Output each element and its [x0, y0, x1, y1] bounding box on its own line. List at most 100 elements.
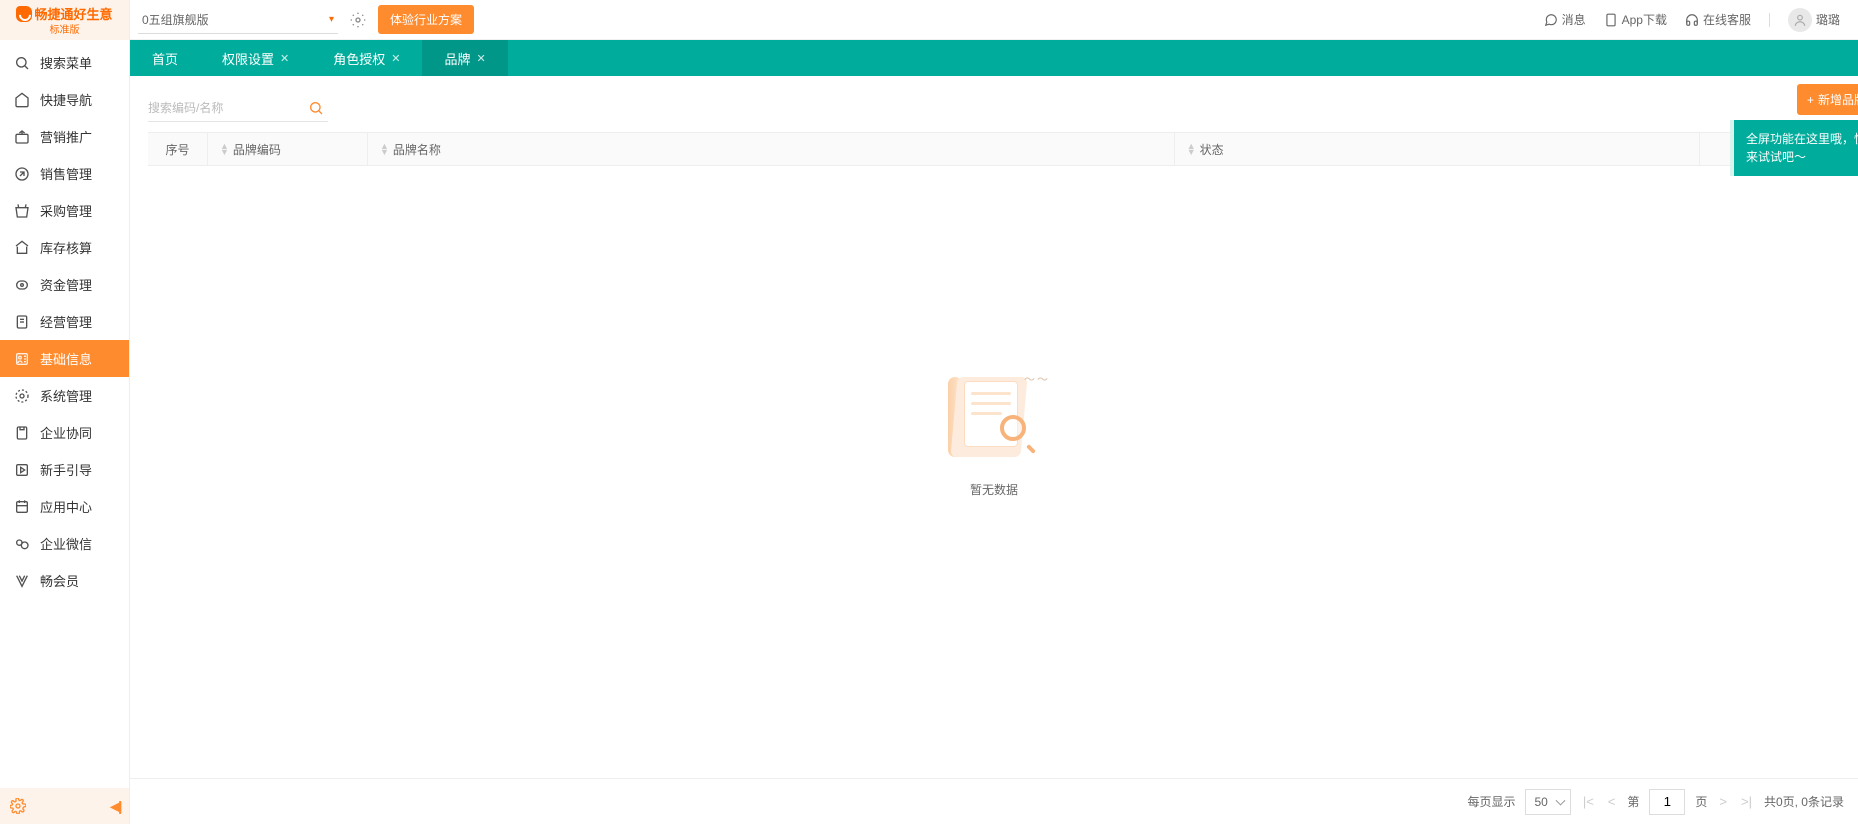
- sidebar-item-10[interactable]: 企业协同: [0, 414, 129, 451]
- main: 0五组旗舰版 ▾ 体验行业方案 消息 App下载 在线客服: [130, 0, 1858, 824]
- page-prefix: 第: [1627, 793, 1639, 810]
- page-summary: 共0页, 0条记录: [1764, 793, 1844, 810]
- headset-icon: [1685, 13, 1699, 27]
- top-settings-icon[interactable]: [348, 10, 368, 30]
- divider: [1769, 13, 1770, 27]
- nav-icon: [14, 388, 30, 404]
- nav-item-label: 资金管理: [40, 275, 92, 294]
- sidebar-item-5[interactable]: 库存核算: [0, 229, 129, 266]
- col-seq-label: 序号: [165, 141, 189, 158]
- col-status-label: 状态: [1200, 141, 1224, 158]
- sidebar-item-11[interactable]: 新手引导: [0, 451, 129, 488]
- topbar: 0五组旗舰版 ▾ 体验行业方案 消息 App下载 在线客服: [130, 0, 1858, 40]
- nav-item-label: 畅会员: [40, 571, 79, 590]
- sidebar-item-1[interactable]: 快捷导航: [0, 81, 129, 118]
- nav-icon: [14, 203, 30, 219]
- message-icon: [1544, 13, 1558, 27]
- nav-item-label: 应用中心: [40, 497, 92, 516]
- nav-icon: [14, 425, 30, 441]
- message-action[interactable]: 消息: [1544, 11, 1586, 28]
- col-code[interactable]: ▲▼ 品牌编码: [208, 133, 368, 165]
- nav-icon: [14, 314, 30, 330]
- empty-text: 暂无数据: [970, 481, 1018, 498]
- sidebar-nav: 搜索菜单快捷导航营销推广销售管理采购管理库存核算资金管理经营管理基础信息系统管理…: [0, 40, 129, 788]
- nav-item-label: 搜索菜单: [40, 53, 92, 72]
- sidebar-item-9[interactable]: 系统管理: [0, 377, 129, 414]
- fullscreen-tip: 全屏功能在这里哦，快来试试吧～: [1730, 120, 1858, 176]
- logo-icon: [16, 6, 32, 22]
- next-page-icon[interactable]: >: [1717, 794, 1729, 809]
- sort-icon: ▲▼: [220, 143, 229, 155]
- page-input[interactable]: [1649, 789, 1685, 815]
- search-input[interactable]: [148, 97, 304, 119]
- collapse-sidebar-icon[interactable]: ◀|: [110, 798, 119, 815]
- search-icon[interactable]: [304, 100, 328, 116]
- col-seq[interactable]: 序号: [148, 133, 208, 165]
- per-page-select[interactable]: 50: [1525, 789, 1570, 815]
- first-page-icon[interactable]: |<: [1581, 794, 1596, 809]
- tab-3[interactable]: 品牌✕: [422, 40, 507, 76]
- per-page-value: 50: [1534, 795, 1547, 809]
- sidebar-item-13[interactable]: 企业微信: [0, 525, 129, 562]
- tab-0[interactable]: 首页: [130, 40, 200, 76]
- col-status[interactable]: ▲▼ 状态: [1175, 133, 1700, 165]
- nav-item-label: 新手引导: [40, 460, 92, 479]
- sort-icon: ▲▼: [1187, 143, 1196, 155]
- tab-label: 权限设置: [222, 49, 274, 68]
- sidebar-item-7[interactable]: 经营管理: [0, 303, 129, 340]
- tabs-bar: 首页权限设置✕角色授权✕品牌✕: [130, 40, 1858, 76]
- sidebar: 畅捷通好生意 标准版 搜索菜单快捷导航营销推广销售管理采购管理库存核算资金管理经…: [0, 0, 130, 824]
- nav-icon: [14, 351, 30, 367]
- nav-icon: [14, 55, 30, 71]
- col-name[interactable]: ▲▼ 品牌名称: [368, 133, 1175, 165]
- nav-item-label: 经营管理: [40, 312, 92, 331]
- nav-icon: [14, 277, 30, 293]
- nav-icon: [14, 166, 30, 182]
- sidebar-item-8[interactable]: 基础信息: [0, 340, 129, 377]
- sidebar-item-0[interactable]: 搜索菜单: [0, 44, 129, 81]
- sidebar-item-4[interactable]: 采购管理: [0, 192, 129, 229]
- per-page-label: 每页显示: [1467, 793, 1515, 810]
- close-icon[interactable]: ✕: [391, 52, 400, 65]
- page-suffix: 页: [1695, 793, 1707, 810]
- tab-1[interactable]: 权限设置 ✕: [200, 40, 311, 76]
- nav-icon: [14, 462, 30, 478]
- nav-item-label: 企业协同: [40, 423, 92, 442]
- empty-state: ～～ 暂无数据: [148, 166, 1840, 778]
- sidebar-item-3[interactable]: 销售管理: [0, 155, 129, 192]
- nav-icon: [14, 573, 30, 589]
- app-download-action[interactable]: App下载: [1604, 11, 1667, 28]
- sidebar-item-14[interactable]: 畅会员: [0, 562, 129, 599]
- add-brand-label: 新增品牌: [1818, 91, 1858, 108]
- add-brand-button[interactable]: + 新增品牌: [1797, 84, 1858, 115]
- nav-icon: [14, 240, 30, 256]
- avatar-icon: [1788, 8, 1812, 32]
- nav-item-label: 系统管理: [40, 386, 92, 405]
- sort-icon: ▲▼: [380, 143, 389, 155]
- nav-item-label: 企业微信: [40, 534, 92, 553]
- close-icon[interactable]: ✕: [280, 52, 289, 65]
- settings-icon[interactable]: [10, 798, 26, 814]
- sidebar-item-2[interactable]: 营销推广: [0, 118, 129, 155]
- org-selector-value: 0五组旗舰版: [142, 11, 209, 28]
- customer-service-action[interactable]: 在线客服: [1685, 11, 1751, 28]
- app-download-label: App下载: [1622, 11, 1667, 28]
- nav-icon: [14, 129, 30, 145]
- tab-label: 首页: [152, 49, 178, 68]
- sidebar-item-6[interactable]: 资金管理: [0, 266, 129, 303]
- search-wrap: [148, 94, 328, 122]
- last-page-icon[interactable]: >|: [1739, 794, 1754, 809]
- tab-2[interactable]: 角色授权 ✕: [311, 40, 422, 76]
- prev-page-icon[interactable]: <: [1606, 794, 1618, 809]
- close-icon[interactable]: ✕: [477, 52, 486, 65]
- sidebar-item-12[interactable]: 应用中心: [0, 488, 129, 525]
- content-area: + 新增品牌 全屏功能在这里哦，快来试试吧～ 序号 ▲▼ 品牌编码 ▲▼ 品牌名…: [130, 76, 1858, 824]
- empty-illustration: ～～: [944, 367, 1044, 467]
- nav-icon: [14, 499, 30, 515]
- user-menu[interactable]: 璐璐: [1788, 8, 1840, 32]
- org-selector[interactable]: 0五组旗舰版 ▾: [138, 6, 338, 34]
- message-label: 消息: [1562, 11, 1586, 28]
- content-toolbar: + 新增品牌: [148, 88, 1840, 128]
- experience-button[interactable]: 体验行业方案: [378, 5, 474, 34]
- tab-label: 角色授权: [333, 49, 385, 68]
